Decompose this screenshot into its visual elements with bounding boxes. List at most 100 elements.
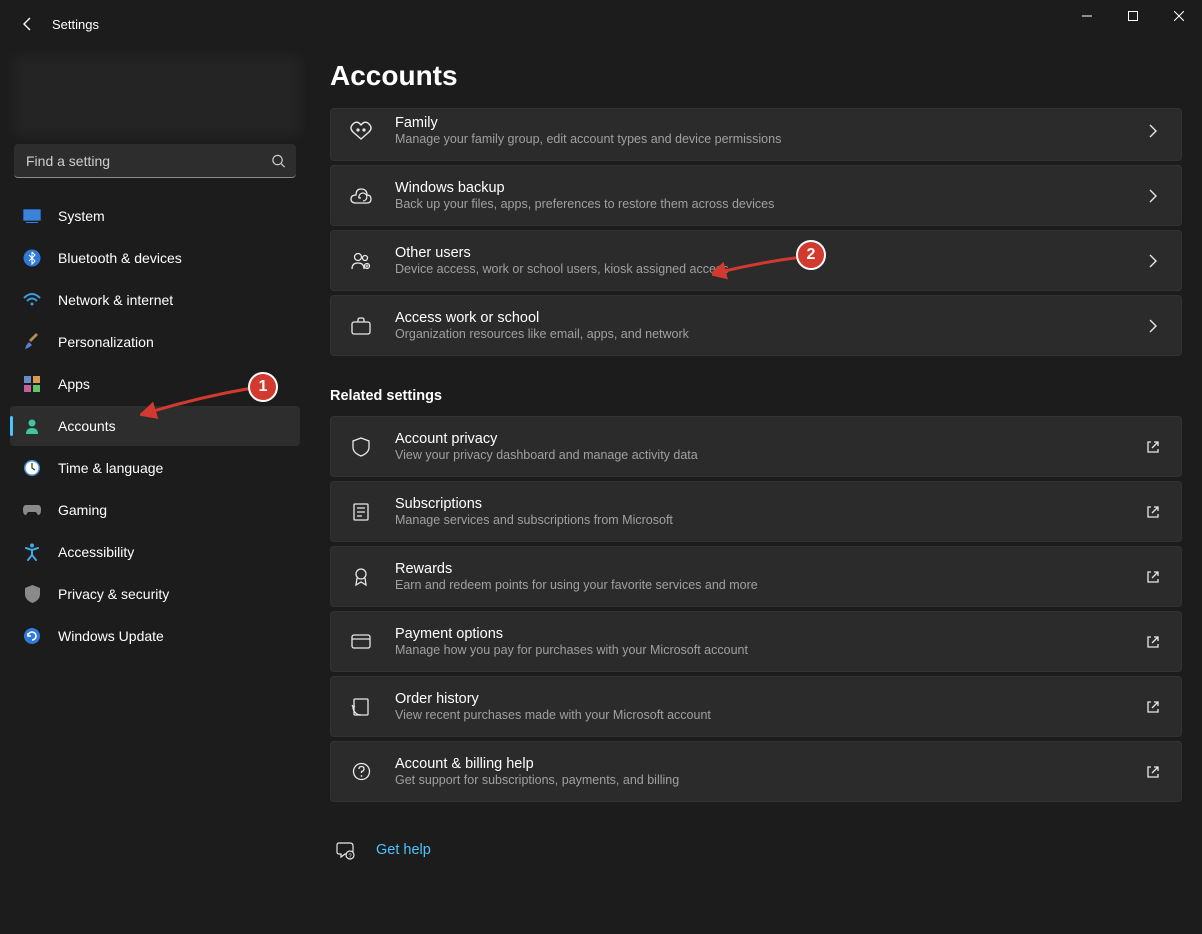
card-body: Payment options Manage how you pay for p… <box>395 626 1143 657</box>
card-body: Account privacy View your privacy dashbo… <box>395 431 1143 462</box>
sidebar-item-accessibility[interactable]: Accessibility <box>10 532 300 572</box>
back-button[interactable] <box>8 4 48 44</box>
help-icon <box>349 760 373 784</box>
get-help-row: ? Get help <box>330 840 1182 860</box>
external-link-icon <box>1143 570 1163 584</box>
sidebar-item-system[interactable]: System <box>10 196 300 236</box>
annotation-arrow-1 <box>140 382 260 422</box>
external-link-icon <box>1143 440 1163 454</box>
card-subtitle: Back up your files, apps, preferences to… <box>395 197 1143 211</box>
search-input[interactable] <box>14 144 296 178</box>
sidebar-item-time[interactable]: Time & language <box>10 448 300 488</box>
external-link-icon <box>1143 765 1163 779</box>
sidebar-item-label: System <box>58 208 105 224</box>
settings-card-family[interactable]: Family Manage your family group, edit ac… <box>330 108 1182 161</box>
settings-card-work-school[interactable]: Access work or school Organization resou… <box>330 295 1182 356</box>
settings-card-backup[interactable]: Windows backup Back up your files, apps,… <box>330 165 1182 226</box>
bluetooth-icon <box>22 248 42 268</box>
card-body: Family Manage your family group, edit ac… <box>395 115 1143 146</box>
card-subtitle: Earn and redeem points for using your fa… <box>395 578 1143 592</box>
card-subtitle: Get support for subscriptions, payments,… <box>395 773 1143 787</box>
sidebar-item-update[interactable]: Windows Update <box>10 616 300 656</box>
related-card-payment[interactable]: Payment options Manage how you pay for p… <box>330 611 1182 672</box>
card-title: Windows backup <box>395 180 1143 196</box>
shield-icon <box>22 584 42 604</box>
card-body: Account & billing help Get support for s… <box>395 756 1143 787</box>
credit-card-icon <box>349 630 373 654</box>
sidebar-item-privacy[interactable]: Privacy & security <box>10 574 300 614</box>
briefcase-icon <box>349 314 373 338</box>
sidebar-item-label: Time & language <box>58 460 163 476</box>
titlebar: Settings <box>0 0 1202 48</box>
related-card-rewards[interactable]: Rewards Earn and redeem points for using… <box>330 546 1182 607</box>
card-body: Subscriptions Manage services and subscr… <box>395 496 1143 527</box>
card-body: Windows backup Back up your files, apps,… <box>395 180 1143 211</box>
get-help-icon: ? <box>336 840 358 860</box>
related-card-subscriptions[interactable]: Subscriptions Manage services and subscr… <box>330 481 1182 542</box>
get-help-link[interactable]: Get help <box>376 842 431 858</box>
monitor-icon <box>22 206 42 226</box>
annotation-badge-2: 2 <box>796 240 826 270</box>
sidebar-item-label: Gaming <box>58 502 107 518</box>
close-icon <box>1174 11 1184 21</box>
annotation-badge-1: 1 <box>248 372 278 402</box>
user-profile-block[interactable] <box>14 56 300 136</box>
window-title: Settings <box>52 17 99 32</box>
maximize-button[interactable] <box>1110 0 1156 32</box>
sidebar-item-network[interactable]: Network & internet <box>10 280 300 320</box>
sidebar-item-label: Personalization <box>58 334 154 350</box>
card-subtitle: View your privacy dashboard and manage a… <box>395 448 1143 462</box>
search-container <box>14 144 296 178</box>
card-body: Access work or school Organization resou… <box>395 310 1143 341</box>
minimize-button[interactable] <box>1064 0 1110 32</box>
external-link-icon <box>1143 700 1163 714</box>
card-title: Access work or school <box>395 310 1143 326</box>
card-title: Rewards <box>395 561 1143 577</box>
search-icon <box>271 154 286 169</box>
related-card-privacy[interactable]: Account privacy View your privacy dashbo… <box>330 416 1182 477</box>
card-title: Account privacy <box>395 431 1143 447</box>
shield-icon <box>349 435 373 459</box>
rewards-icon <box>349 565 373 589</box>
accessibility-icon <box>22 542 42 562</box>
window-controls <box>1064 0 1202 32</box>
subscriptions-icon <box>349 500 373 524</box>
gamepad-icon <box>22 500 42 520</box>
card-title: Payment options <box>395 626 1143 642</box>
external-link-icon <box>1143 505 1163 519</box>
related-card-order-history[interactable]: Order history View recent purchases made… <box>330 676 1182 737</box>
sidebar-item-personalization[interactable]: Personalization <box>10 322 300 362</box>
main-content: Accounts Family Manage your family group… <box>310 48 1202 934</box>
sidebar-item-gaming[interactable]: Gaming <box>10 490 300 530</box>
update-icon <box>22 626 42 646</box>
card-subtitle: View recent purchases made with your Mic… <box>395 708 1143 722</box>
minimize-icon <box>1082 11 1092 21</box>
apps-icon <box>22 374 42 394</box>
clock-icon <box>22 458 42 478</box>
chevron-right-icon <box>1143 319 1163 333</box>
related-card-billing-help[interactable]: Account & billing help Get support for s… <box>330 741 1182 802</box>
wifi-icon <box>22 290 42 310</box>
backup-icon <box>349 184 373 208</box>
back-arrow-icon <box>20 16 36 32</box>
page-title: Accounts <box>330 60 1182 92</box>
card-subtitle: Manage your family group, edit account t… <box>395 132 1143 146</box>
close-button[interactable] <box>1156 0 1202 32</box>
sidebar-item-bluetooth[interactable]: Bluetooth & devices <box>10 238 300 278</box>
other-users-icon <box>349 249 373 273</box>
card-body: Order history View recent purchases made… <box>395 691 1143 722</box>
external-link-icon <box>1143 635 1163 649</box>
card-title: Account & billing help <box>395 756 1143 772</box>
brush-icon <box>22 332 42 352</box>
chevron-right-icon <box>1143 124 1163 138</box>
card-subtitle: Manage services and subscriptions from M… <box>395 513 1143 527</box>
chevron-right-icon <box>1143 254 1163 268</box>
maximize-icon <box>1128 11 1138 21</box>
person-icon <box>22 416 42 436</box>
sidebar-item-label: Accessibility <box>58 544 134 560</box>
sidebar: System Bluetooth & devices Network & int… <box>0 48 310 934</box>
sidebar-item-label: Bluetooth & devices <box>58 250 182 266</box>
sidebar-item-label: Apps <box>58 376 90 392</box>
card-subtitle: Manage how you pay for purchases with yo… <box>395 643 1143 657</box>
card-subtitle: Organization resources like email, apps,… <box>395 327 1143 341</box>
